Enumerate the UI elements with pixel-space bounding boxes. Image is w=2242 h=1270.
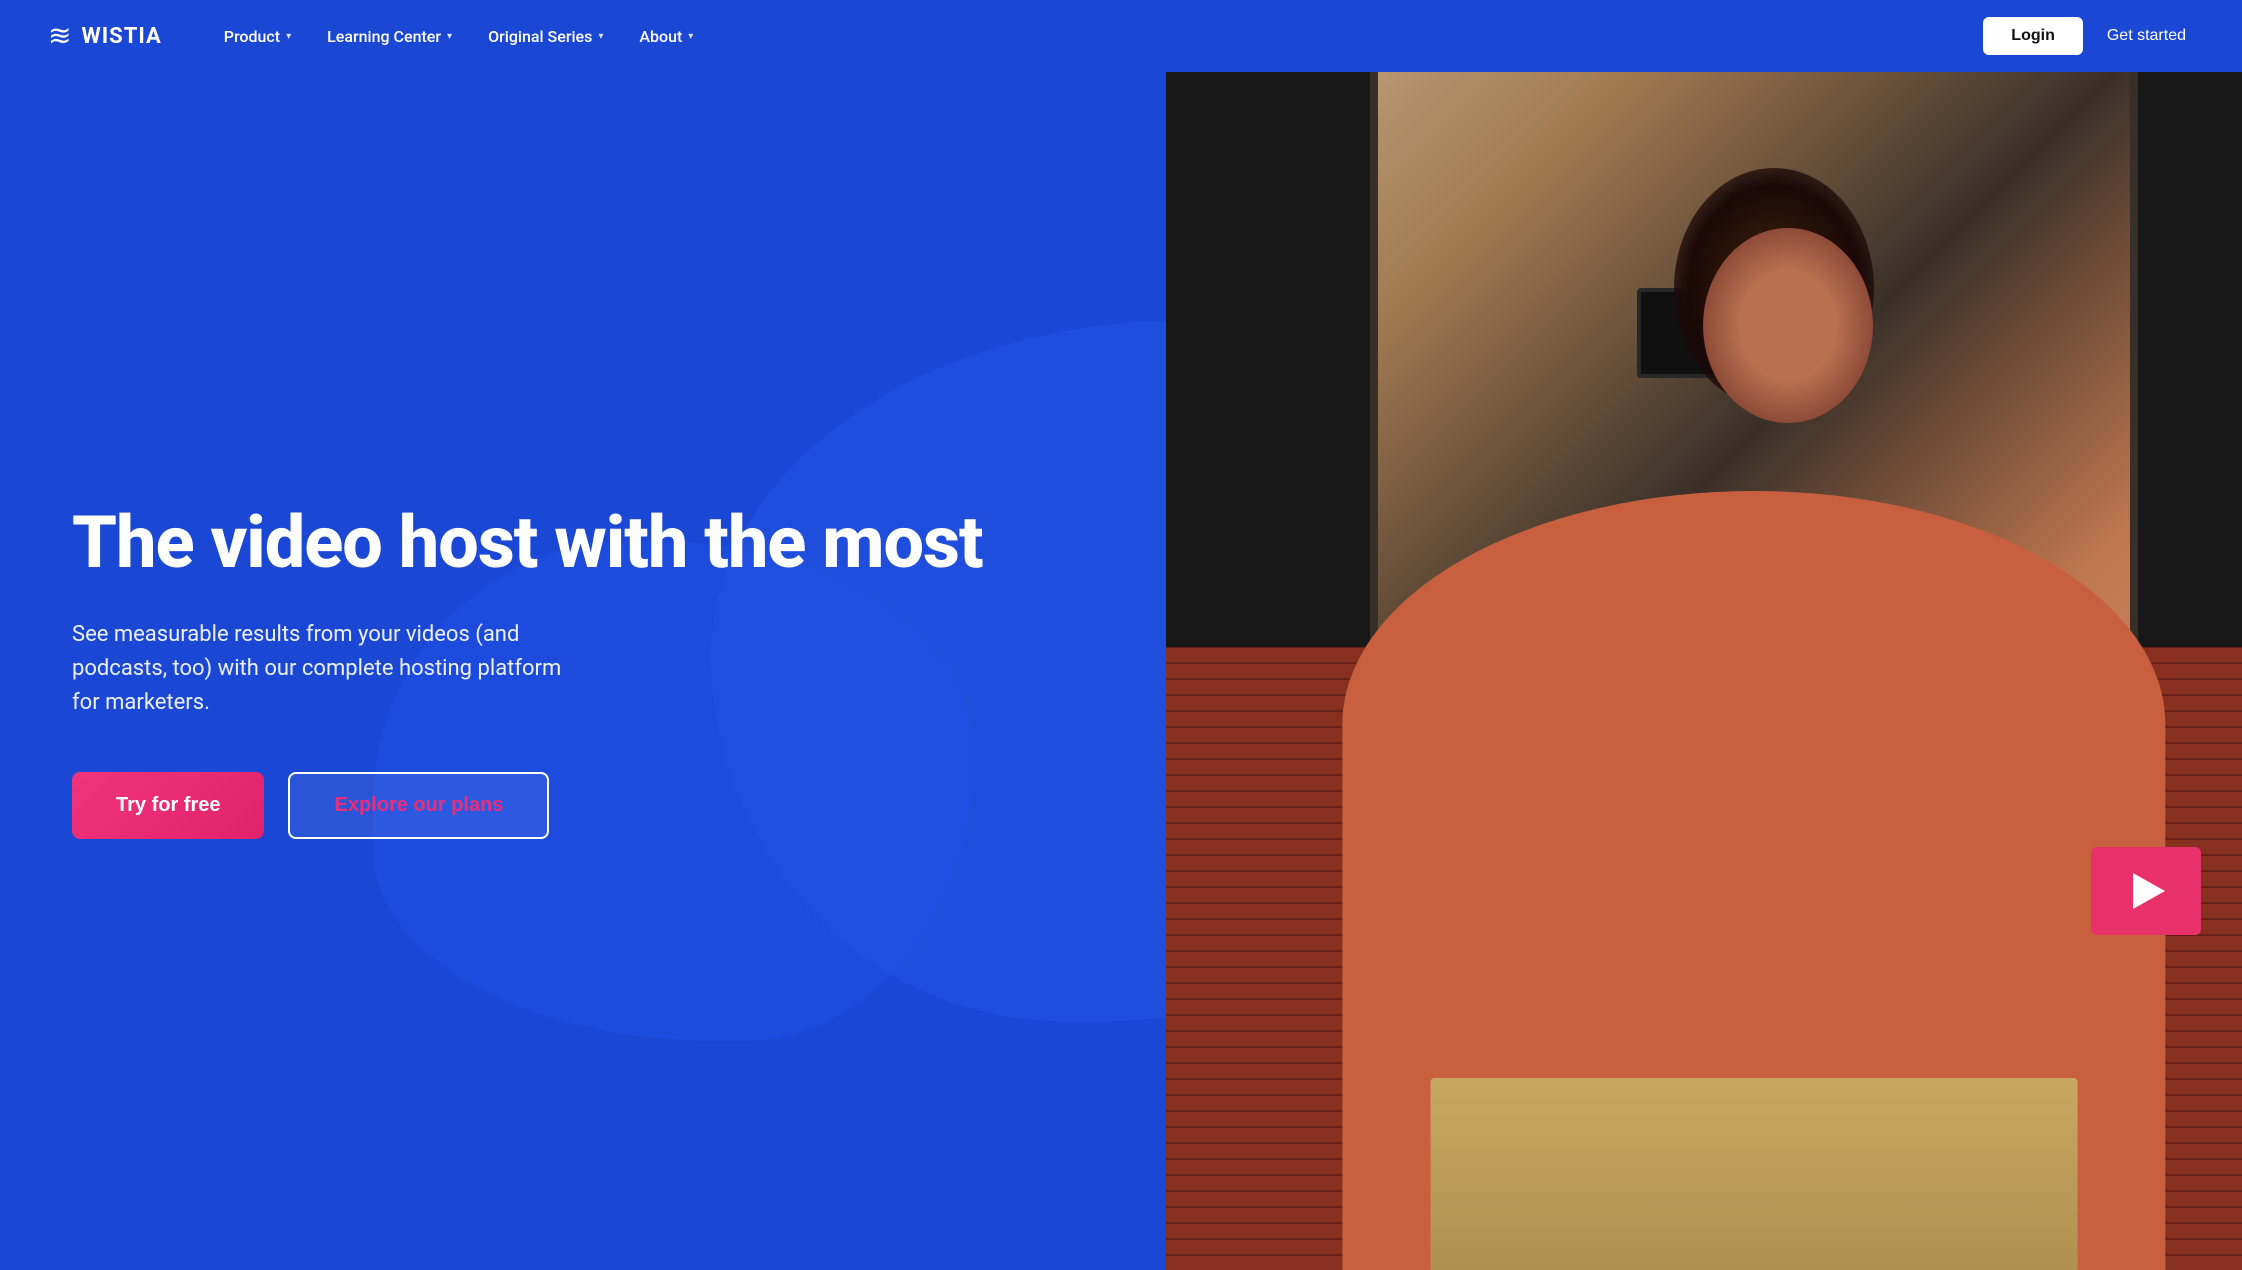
hero-video-panel	[1166, 72, 2242, 1270]
nav-about-label: About	[639, 27, 682, 46]
play-icon	[2133, 873, 2165, 909]
hero-content: The video host with the most See measura…	[0, 423, 1166, 919]
window-left	[1166, 72, 1378, 647]
nav-item-about[interactable]: About ▾	[625, 19, 707, 54]
window-right	[2130, 72, 2242, 647]
play-button[interactable]	[2091, 847, 2201, 935]
nav-right: Login Get started	[1983, 17, 2194, 55]
chevron-down-icon: ▾	[447, 31, 452, 42]
get-started-button[interactable]: Get started	[2099, 17, 2194, 55]
logo-link[interactable]: ≋ WISTIA	[48, 22, 162, 50]
hero-section: The video host with the most See measura…	[0, 72, 2242, 1270]
laptop	[1430, 1078, 2077, 1270]
person-face	[1703, 228, 1873, 423]
nav-item-original-series[interactable]: Original Series ▾	[474, 19, 617, 54]
hero-subheadline: See measurable results from your videos …	[72, 618, 592, 720]
nav-item-product[interactable]: Product ▾	[210, 19, 305, 54]
nav-series-label: Original Series	[488, 27, 592, 46]
video-container[interactable]	[1166, 72, 2242, 1270]
video-thumbnail	[1166, 72, 2242, 1270]
chevron-down-icon: ▾	[688, 31, 693, 42]
try-for-free-button[interactable]: Try for free	[72, 772, 264, 839]
chevron-down-icon: ▾	[286, 31, 291, 42]
explore-plans-button[interactable]: Explore our plans	[288, 772, 549, 839]
nav-product-label: Product	[224, 27, 280, 46]
brand-name: WISTIA	[81, 24, 161, 49]
nav-item-learning-center[interactable]: Learning Center ▾	[313, 19, 466, 54]
nav-links: Product ▾ Learning Center ▾ Original Ser…	[210, 19, 1984, 54]
wistia-logo-icon: ≋	[48, 22, 71, 50]
hero-headline: The video host with the most	[72, 503, 1106, 582]
hero-cta-buttons: Try for free Explore our plans	[72, 772, 1106, 839]
login-button[interactable]: Login	[1983, 17, 2083, 55]
nav-learning-label: Learning Center	[327, 27, 441, 46]
chevron-down-icon: ▾	[598, 31, 603, 42]
navigation: ≋ WISTIA Product ▾ Learning Center ▾ Ori…	[0, 0, 2242, 72]
